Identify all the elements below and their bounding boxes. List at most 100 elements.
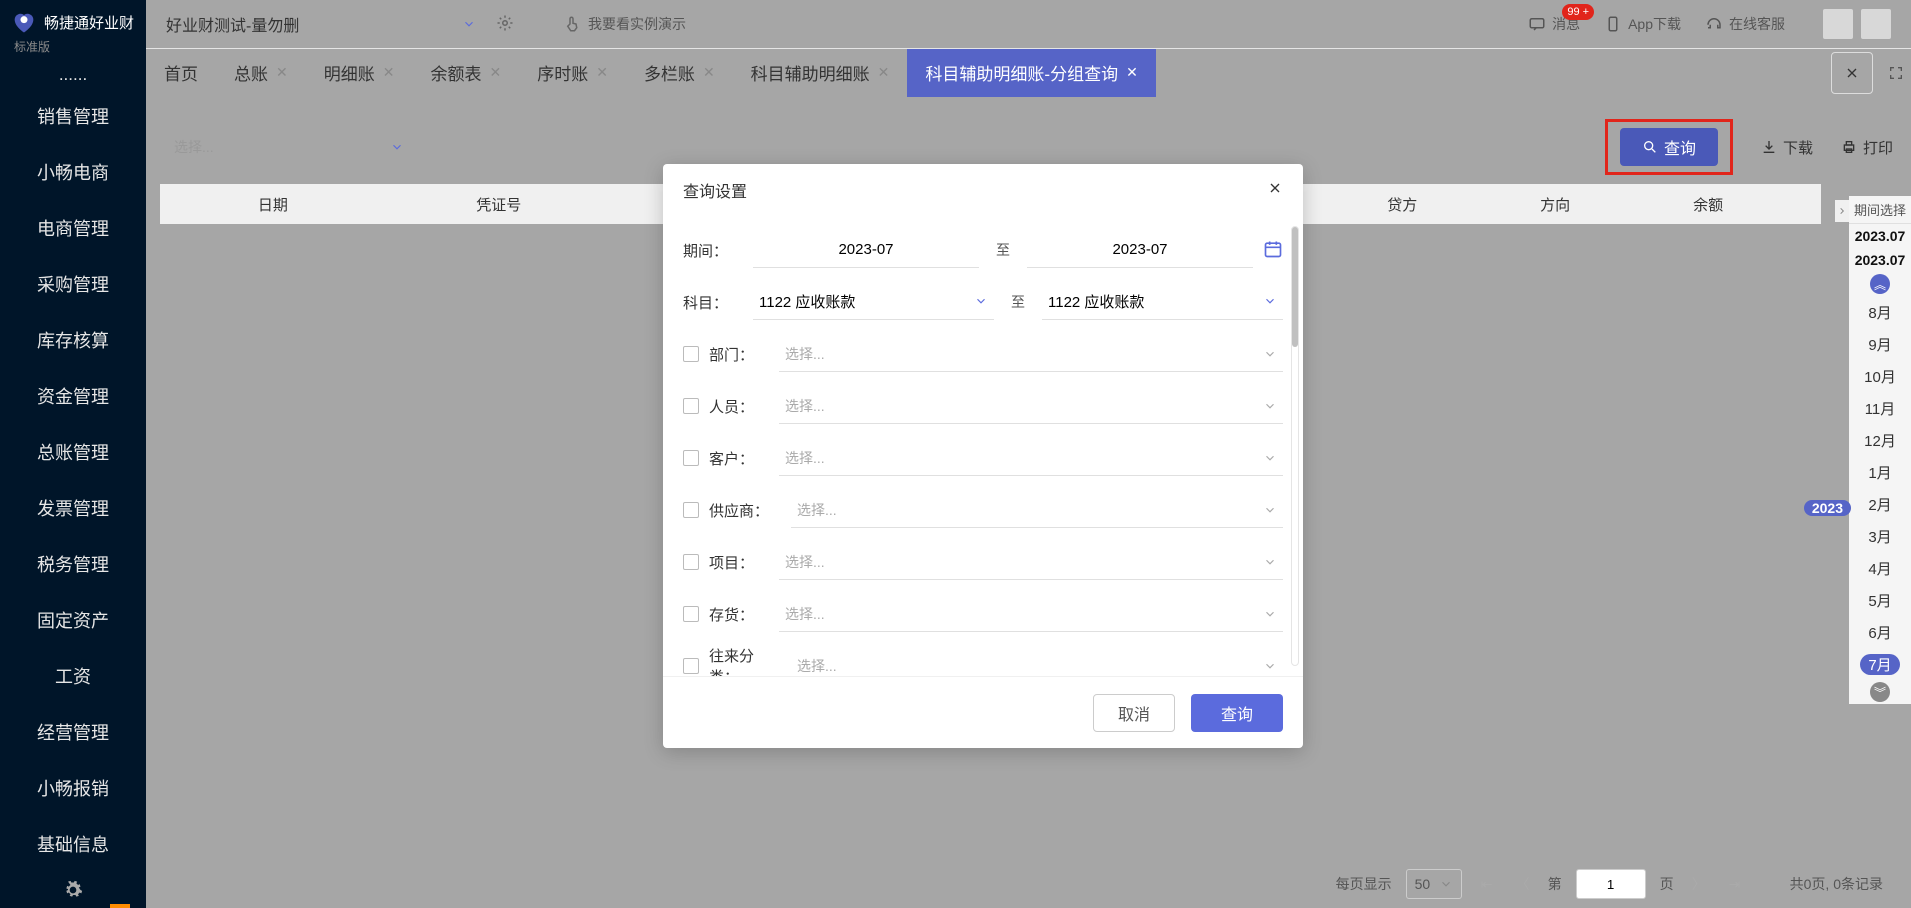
period-month-6[interactable]: 2月	[1849, 488, 1911, 520]
sidebar-item-4[interactable]: 库存核算	[0, 312, 146, 368]
period-month-1[interactable]: 9月	[1849, 328, 1911, 360]
field-select-1[interactable]: 选择...	[779, 388, 1283, 424]
field-checkbox-3[interactable]	[683, 502, 699, 518]
fullscreen-button[interactable]	[1881, 65, 1911, 81]
tab-1[interactable]: 总账✕	[216, 49, 306, 97]
sidebar-item-2[interactable]: 电商管理	[0, 200, 146, 256]
period-scroll-up[interactable]: ︽	[1849, 272, 1911, 296]
chevron-down-icon	[1263, 294, 1277, 308]
tab-3[interactable]: 余额表✕	[412, 49, 519, 97]
period-to[interactable]: 2023.07	[1849, 248, 1911, 272]
period-month-11[interactable]: 7月	[1849, 648, 1911, 680]
sidebar-item-12[interactable]: 小畅报销	[0, 760, 146, 816]
demo-label: 我要看实例演示	[588, 14, 686, 34]
customer-service-link[interactable]: 在线客服	[1705, 14, 1785, 34]
page-last[interactable]: ⇥	[1724, 873, 1746, 895]
field-select-0[interactable]: 选择...	[779, 336, 1283, 372]
sidebar-item-0[interactable]: 销售管理	[0, 88, 146, 144]
field-checkbox-1[interactable]	[683, 398, 699, 414]
cancel-button[interactable]: 取消	[1093, 694, 1175, 732]
ok-button[interactable]: 查询	[1191, 694, 1283, 732]
page-input[interactable]	[1576, 869, 1646, 899]
field-select-3[interactable]: 选择...	[791, 492, 1283, 528]
sidebar-item-6[interactable]: 总账管理	[0, 424, 146, 480]
gear-icon	[496, 14, 514, 32]
modal-scrollbar[interactable]	[1291, 226, 1299, 666]
per-page-label: 每页显示	[1336, 874, 1392, 894]
period-month-2[interactable]: 10月	[1849, 360, 1911, 392]
sidebar-item-7[interactable]: 发票管理	[0, 480, 146, 536]
period-month-9[interactable]: 5月	[1849, 584, 1911, 616]
demo-link[interactable]: 我要看实例演示	[564, 14, 686, 34]
period-from-input[interactable]	[753, 232, 979, 268]
modal-close-button[interactable]	[1267, 180, 1283, 201]
sidebar-item-10[interactable]: 工资	[0, 648, 146, 704]
sidebar-item-13[interactable]: 基础信息	[0, 816, 146, 872]
sidebar-item-9[interactable]: 固定资产	[0, 592, 146, 648]
tab-2[interactable]: 明细账✕	[306, 49, 413, 97]
tab-6[interactable]: 科目辅助明细账✕	[733, 49, 908, 97]
query-button[interactable]: 查询	[1620, 128, 1718, 166]
tab-close-icon[interactable]: ✕	[1126, 64, 1138, 81]
subject-to-input[interactable]	[1042, 284, 1283, 320]
period-to-input[interactable]	[1027, 232, 1253, 268]
period-month-8[interactable]: 4月	[1849, 552, 1911, 584]
app-download-link[interactable]: App下载	[1604, 14, 1681, 34]
field-checkbox-4[interactable]	[683, 554, 699, 570]
tab-0[interactable]: 首页	[146, 49, 216, 97]
sidebar-item-8[interactable]: 税务管理	[0, 536, 146, 592]
user-avatars[interactable]	[1823, 9, 1891, 39]
tab-close-icon[interactable]: ✕	[489, 64, 501, 81]
tab-close-icon[interactable]: ✕	[878, 64, 890, 81]
tab-close-icon[interactable]: ✕	[596, 64, 608, 81]
download-button[interactable]: 下载	[1761, 137, 1813, 158]
sidebar-item-5[interactable]: 资金管理	[0, 368, 146, 424]
sidebar-item-11[interactable]: 经营管理	[0, 704, 146, 760]
page-first[interactable]: ⇤	[1476, 873, 1498, 895]
sidebar-item-3[interactable]: 采购管理	[0, 256, 146, 312]
field-label-3: 供应商：	[709, 500, 781, 521]
subject-from-input[interactable]	[753, 284, 994, 320]
service-label: 在线客服	[1729, 14, 1785, 34]
page-size-select[interactable]: 50	[1406, 869, 1462, 899]
period-collapse-arrow[interactable]	[1835, 200, 1849, 222]
period-scroll-down[interactable]: ︾	[1849, 680, 1911, 704]
tab-7[interactable]: 科目辅助明细账-分组查询✕	[907, 49, 1155, 97]
tab-4[interactable]: 序时账✕	[519, 49, 626, 97]
brand-logo: 畅捷通好业财	[0, 0, 146, 38]
period-month-0[interactable]: 8月	[1849, 296, 1911, 328]
header-settings[interactable]	[496, 14, 514, 35]
workspace-dropdown[interactable]: 好业财测试-量勿删	[166, 12, 476, 36]
period-month-7[interactable]: 3月	[1849, 520, 1911, 552]
period-month-5[interactable]: 1月	[1849, 456, 1911, 488]
field-select-5[interactable]: 选择...	[779, 596, 1283, 632]
page-prev[interactable]: 〈	[1512, 873, 1534, 895]
messages-link[interactable]: 消息 99 +	[1528, 14, 1580, 34]
chat-icon	[1528, 15, 1546, 33]
field-select-4[interactable]: 选择...	[779, 544, 1283, 580]
field-checkbox-2[interactable]	[683, 450, 699, 466]
close-all-tabs[interactable]	[1831, 52, 1873, 94]
print-button[interactable]: 打印	[1841, 137, 1893, 158]
tab-close-icon[interactable]: ✕	[383, 64, 395, 81]
sidebar-item-truncated[interactable]: ......	[0, 61, 146, 88]
tab-5[interactable]: 多栏账✕	[626, 49, 733, 97]
calendar-button[interactable]	[1263, 239, 1283, 262]
period-from[interactable]: 2023.07	[1849, 224, 1911, 248]
sidebar-item-1[interactable]: 小畅电商	[0, 144, 146, 200]
sidebar-settings[interactable]	[0, 872, 146, 908]
period-month-3[interactable]: 11月	[1849, 392, 1911, 424]
field-checkbox-0[interactable]	[683, 346, 699, 362]
period-month-4[interactable]: 12月	[1849, 424, 1911, 456]
field-select-2[interactable]: 选择...	[779, 440, 1283, 476]
tab-close-icon[interactable]: ✕	[703, 64, 715, 81]
field-label-2: 客户：	[709, 448, 769, 469]
tab-close-icon[interactable]: ✕	[276, 64, 288, 81]
page-next[interactable]: 〉	[1688, 873, 1710, 895]
calendar-icon	[1263, 239, 1283, 259]
field-checkbox-5[interactable]	[683, 606, 699, 622]
group-select[interactable]: 选择...	[164, 130, 414, 164]
period-month-10[interactable]: 6月	[1849, 616, 1911, 648]
field-checkbox-6[interactable]	[683, 658, 699, 674]
field-select-6[interactable]: 选择...	[791, 648, 1283, 676]
